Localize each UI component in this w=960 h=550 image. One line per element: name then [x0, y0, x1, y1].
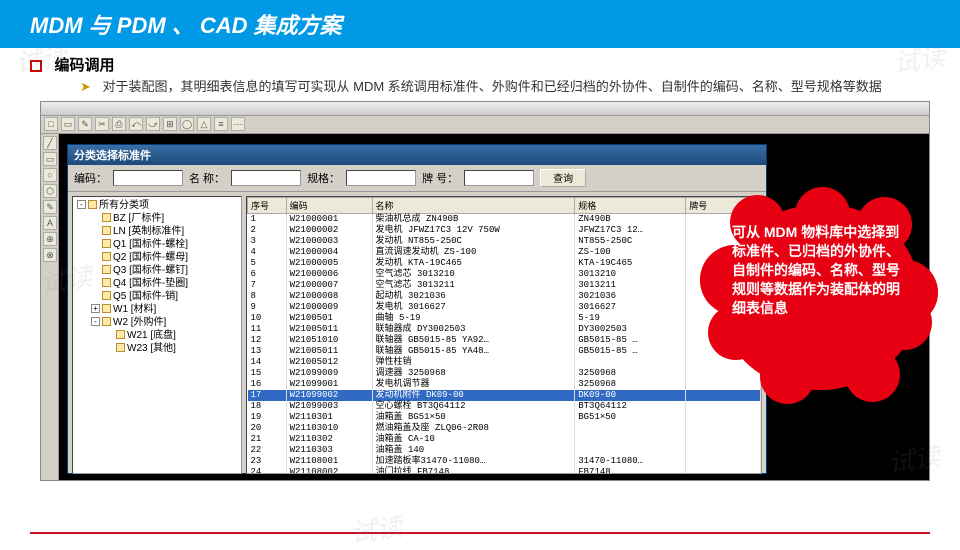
tree-item[interactable]: Q5 [国标件-销]	[75, 290, 239, 303]
table-row[interactable]: 1W21000001柴油机总成 ZN490BZN490B	[248, 213, 761, 225]
section-header: 编码调用	[0, 48, 960, 77]
table-row[interactable]: 9W21000009发电机 30166273016627	[248, 302, 761, 313]
tool-icon[interactable]: ✎	[78, 117, 92, 131]
tool-icon[interactable]: ⤻	[146, 117, 160, 131]
table-row[interactable]: 12W21051010联轴器 GB5015-85 YA92…GB5015-85 …	[248, 335, 761, 346]
side-tool-icon[interactable]: ⊕	[43, 232, 57, 246]
side-tool-icon[interactable]: ⬡	[43, 184, 57, 198]
cad-menubar[interactable]	[41, 102, 929, 116]
tree-item[interactable]: W23 [其他]	[75, 342, 239, 355]
table-row[interactable]: 18W21099003空心螺栓 BT3Q64112BT3Q64112	[248, 401, 761, 412]
callout-cloud: 可从 MDM 物料库中选择到标准件、已归档的外协件、自制件的编码、名称、型号规则…	[720, 205, 920, 390]
bullet-square-icon	[30, 60, 42, 72]
watermark: 试读	[348, 507, 405, 550]
parts-grid[interactable]: 序号编码名称规格牌号1W21000001柴油机总成 ZN490BZN490B2W…	[246, 196, 762, 474]
tree-item[interactable]: BZ [厂标件]	[75, 212, 239, 225]
column-header[interactable]: 序号	[248, 197, 287, 213]
table-row[interactable]: 11W21005011联轴器成 DY3002503DY3002503	[248, 324, 761, 335]
tree-item[interactable]: -W2 [外购件]	[75, 316, 239, 329]
tree-item[interactable]: LN [英制标准件]	[75, 225, 239, 238]
table-row[interactable]: 22W2110303油箱盖 140	[248, 445, 761, 456]
side-tool-icon[interactable]: ╱	[43, 136, 57, 150]
tool-icon[interactable]: ▭	[61, 117, 75, 131]
side-tool-icon[interactable]: ✎	[43, 200, 57, 214]
footer-divider	[30, 532, 930, 534]
side-tool-icon[interactable]: ⊗	[43, 248, 57, 262]
table-row[interactable]: 21W2110302油箱盖 CA-10	[248, 434, 761, 445]
table-row[interactable]: 16W21099001发电机调节器3250968	[248, 379, 761, 390]
table-row[interactable]: 19W2110301油箱盖 BG51×50BG51×50	[248, 412, 761, 423]
table-row[interactable]: 24W21108002油门拉线 FB7148FB7148	[248, 467, 761, 474]
table-row[interactable]: 4W21000004直流调速发动机 ZS-100ZS-100	[248, 247, 761, 258]
cad-side-toolbar[interactable]: ╱ ▭ ○ ⬡ ✎ A ⊕ ⊗	[41, 134, 59, 480]
category-tree[interactable]: -所有分类项BZ [厂标件]LN [英制标准件]Q1 [国标件-螺栓]Q2 [国…	[72, 196, 242, 474]
cad-toolbar[interactable]: □▭✎✂⎙⤺⤻⊞◯△≡⋯	[41, 116, 929, 134]
table-row[interactable]: 10W2100501曲轴 5-195-19	[248, 313, 761, 324]
tree-item[interactable]: W21 [底盘]	[75, 329, 239, 342]
dialog-search-bar: 编码： 名 称： 规格： 牌 号： 查询	[68, 165, 766, 192]
standard-parts-dialog: 分类选择标准件 编码： 名 称： 规格： 牌 号： 查询 -所有分类项BZ [厂…	[67, 144, 767, 474]
side-tool-icon[interactable]: A	[43, 216, 57, 230]
tool-icon[interactable]: △	[197, 117, 211, 131]
column-header[interactable]: 名称	[372, 197, 575, 213]
table-row[interactable]: 7W21000007空气滤芯 30132113013211	[248, 280, 761, 291]
label-brand: 牌 号：	[422, 170, 458, 186]
slide-title: MDM 与 PDM 、 CAD 集成方案	[0, 0, 960, 48]
tree-item[interactable]: Q1 [国标件-螺栓]	[75, 238, 239, 251]
input-brand[interactable]	[464, 170, 534, 186]
body-text: 对于装配图，其明细表信息的填写可实现从 MDM 系统调用标准件、外购件和已经归档…	[103, 79, 882, 94]
tree-item[interactable]: +W1 [材料]	[75, 303, 239, 316]
table-row[interactable]: 23W21108001加速踏板率31470-11080…31470-11080…	[248, 456, 761, 467]
table-row[interactable]: 8W21000008起动机 30210363021036	[248, 291, 761, 302]
side-tool-icon[interactable]: ○	[43, 168, 57, 182]
tool-icon[interactable]: ◯	[180, 117, 194, 131]
label-spec: 规格：	[307, 170, 340, 186]
table-row[interactable]: 5W21000005发动机 KTA-19C465KTA-19C465	[248, 258, 761, 269]
tool-icon[interactable]: ≡	[214, 117, 228, 131]
dialog-title: 分类选择标准件	[68, 145, 766, 165]
section-heading: 编码调用	[54, 57, 114, 74]
query-button[interactable]: 查询	[540, 169, 586, 187]
side-tool-icon[interactable]: ▭	[43, 152, 57, 166]
arrow-bullet-icon: ➤	[80, 79, 91, 94]
tool-icon[interactable]: ⤺	[129, 117, 143, 131]
table-row[interactable]: 3W21000003发动机 NT855-250CNT855-250C	[248, 236, 761, 247]
tool-icon[interactable]: ⊞	[163, 117, 177, 131]
table-row[interactable]: 17W21099002发动机附件 DK09-00DK09-00	[248, 390, 761, 401]
table-row[interactable]: 6W21000006空气滤芯 30132103013210	[248, 269, 761, 280]
input-name[interactable]	[231, 170, 301, 186]
table-row[interactable]: 13W21005011联轴器 GB5015-85 YA48…GB5015-85 …	[248, 346, 761, 357]
tool-icon[interactable]: ✂	[95, 117, 109, 131]
table-row[interactable]: 2W21000002发电机 JFWZ17C3 12V 750WJFWZ17C3 …	[248, 225, 761, 236]
tree-item[interactable]: Q2 [国标件-螺母]	[75, 251, 239, 264]
tool-icon[interactable]: ⎙	[112, 117, 126, 131]
input-spec[interactable]	[346, 170, 416, 186]
table-row[interactable]: 14W21005012弹性柱销	[248, 357, 761, 368]
tree-item[interactable]: Q3 [国标件-螺钉]	[75, 264, 239, 277]
callout-text: 可从 MDM 物料库中选择到标准件、已归档的外协件、自制件的编码、名称、型号规则…	[732, 223, 908, 372]
tool-icon[interactable]: ⋯	[231, 117, 245, 131]
tree-item[interactable]: -所有分类项	[75, 199, 239, 212]
label-name: 名 称：	[189, 170, 225, 186]
tree-item[interactable]: Q4 [国标件-垫圈]	[75, 277, 239, 290]
table-row[interactable]: 20W21103010燃油箱盖及座 ZLQ06-2R08	[248, 423, 761, 434]
body-text-block: ➤ 对于装配图，其明细表信息的填写可实现从 MDM 系统调用标准件、外购件和已经…	[0, 77, 960, 97]
table-row[interactable]: 15W21099009调速器 32509683250968	[248, 368, 761, 379]
label-code: 编码：	[74, 170, 107, 186]
column-header[interactable]: 编码	[286, 197, 372, 213]
input-code[interactable]	[113, 170, 183, 186]
tool-icon[interactable]: □	[44, 117, 58, 131]
column-header[interactable]: 规格	[575, 197, 686, 213]
